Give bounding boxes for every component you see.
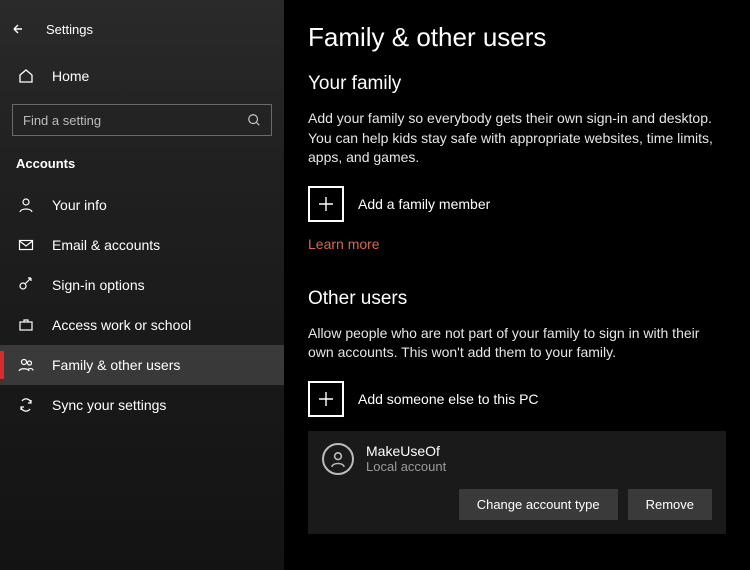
briefcase-icon [16, 317, 36, 333]
other-users-heading: Other users [308, 288, 726, 310]
home-nav[interactable]: Home [0, 58, 284, 94]
sidebar-item-label: Sync your settings [52, 397, 166, 413]
user-account-type: Local account [366, 459, 446, 474]
change-account-type-button[interactable]: Change account type [459, 489, 618, 520]
people-icon [16, 357, 36, 373]
section-title-accounts: Accounts [0, 150, 284, 185]
page-title: Family & other users [308, 22, 726, 53]
sidebar-item-work-school[interactable]: Access work or school [0, 305, 284, 345]
learn-more-link[interactable]: Learn more [308, 236, 380, 252]
sidebar-item-family-other-users[interactable]: Family & other users [0, 345, 284, 385]
sidebar-item-email-accounts[interactable]: Email & accounts [0, 225, 284, 265]
search-box[interactable] [12, 104, 272, 136]
avatar-icon [322, 443, 354, 475]
home-icon [16, 68, 36, 84]
add-family-member-button[interactable]: Add a family member [308, 186, 726, 222]
sidebar-item-sync-settings[interactable]: Sync your settings [0, 385, 284, 425]
user-actions: Change account type Remove [322, 489, 712, 520]
your-family-heading: Your family [308, 73, 726, 95]
user-name: MakeUseOf [366, 443, 446, 459]
remove-user-button[interactable]: Remove [628, 489, 712, 520]
sync-icon [16, 397, 36, 413]
user-row: MakeUseOf Local account [322, 443, 712, 475]
user-card[interactable]: MakeUseOf Local account Change account t… [308, 431, 726, 534]
sidebar-item-your-info[interactable]: Your info [0, 185, 284, 225]
key-icon [16, 277, 36, 293]
other-users-description: Allow people who are not part of your fa… [308, 324, 726, 363]
sidebar-item-signin-options[interactable]: Sign-in options [0, 265, 284, 305]
sidebar-item-label: Email & accounts [52, 237, 160, 253]
sidebar-item-label: Your info [52, 197, 107, 213]
main-content: Family & other users Your family Add you… [284, 0, 750, 570]
add-other-user-button[interactable]: Add someone else to this PC [308, 381, 726, 417]
app-title: Settings [46, 22, 93, 37]
plus-icon [308, 381, 344, 417]
mail-icon [16, 237, 36, 253]
your-family-description: Add your family so everybody gets their … [308, 109, 726, 168]
search-icon [247, 113, 261, 127]
sidebar-item-label: Access work or school [52, 317, 191, 333]
sidebar-item-label: Family & other users [52, 357, 180, 373]
sidebar: Settings Home Accounts Your info Email &… [0, 0, 284, 570]
titlebar: Settings [0, 12, 284, 48]
person-icon [16, 197, 36, 213]
back-arrow-icon [12, 21, 28, 37]
plus-icon [308, 186, 344, 222]
add-family-label: Add a family member [358, 196, 490, 212]
home-label: Home [52, 68, 89, 84]
search-input[interactable] [23, 113, 247, 128]
back-button[interactable] [0, 14, 40, 44]
add-other-user-label: Add someone else to this PC [358, 391, 539, 407]
sidebar-item-label: Sign-in options [52, 277, 145, 293]
